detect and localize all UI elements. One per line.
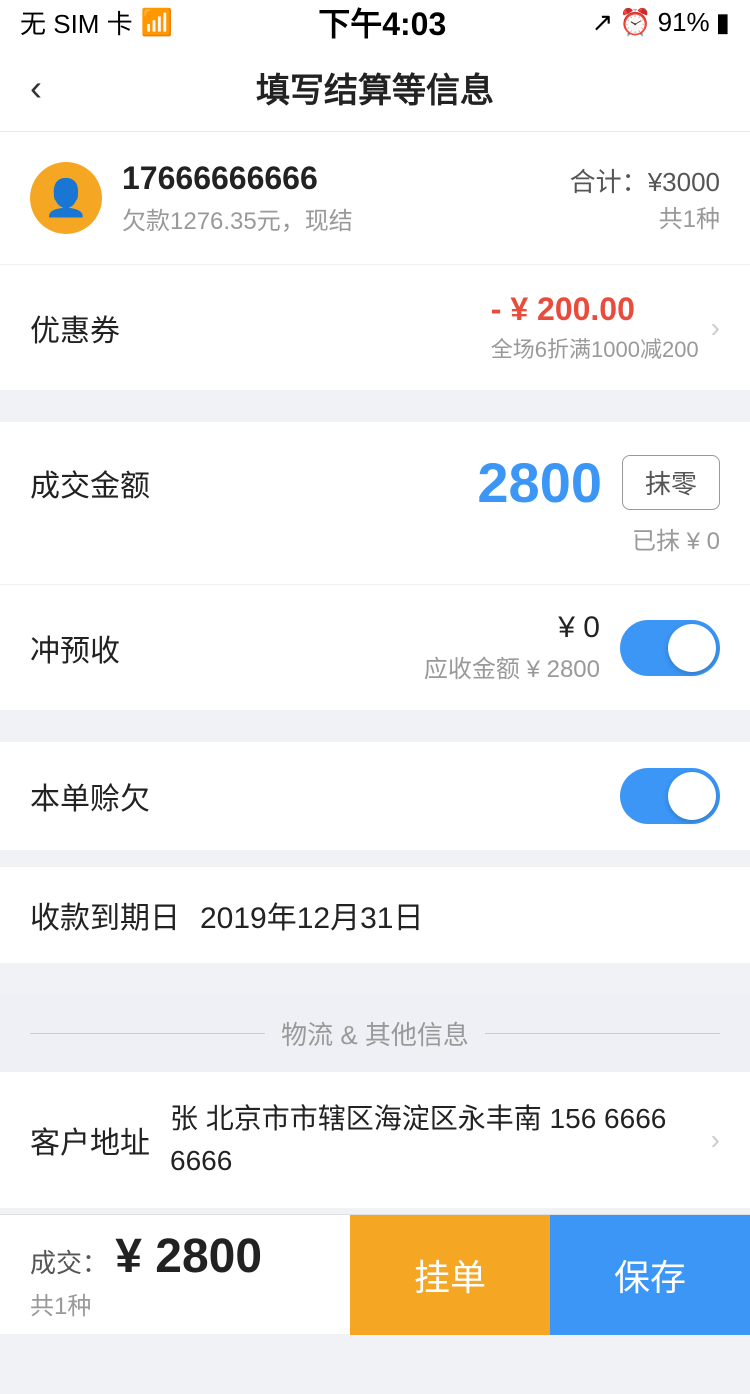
page-title: 填写结算等信息 (256, 63, 494, 112)
address-card: 客户地址 张 北京市市辖区海淀区永丰南 156 6666 6666 › (0, 1072, 750, 1208)
total-label: 合计：¥3000 (570, 162, 720, 199)
bottom-total-label: 成交： ¥ 2800 (30, 1229, 320, 1284)
section-divider-1 (0, 406, 750, 422)
save-button[interactable]: 保存 (550, 1215, 750, 1335)
prepay-sub: 应收金额 ¥ 2800 (424, 649, 600, 684)
total-value: ¥3000 (648, 167, 720, 197)
customer-phone: 17666666666 (122, 160, 353, 197)
prepay-right: ¥ 0 应收金额 ¥ 2800 (424, 611, 720, 684)
toggle-knob (668, 624, 716, 672)
logistics-divider: 物流 & 其他信息 (0, 995, 750, 1072)
address-chevron-icon: › (711, 1124, 720, 1156)
due-date-section: 收款到期日 2019年12月31日 (0, 866, 750, 963)
due-date-card: 收款到期日 2019年12月31日 (0, 866, 750, 963)
logistics-line-right (485, 1033, 720, 1034)
logistics-text: 物流 & 其他信息 (281, 1015, 469, 1052)
round-button[interactable]: 抹零 (622, 455, 720, 510)
battery-icon: ▮ (716, 7, 730, 38)
avatar-icon: 👤 (44, 177, 89, 219)
avatar: 👤 (30, 162, 102, 234)
prepay-toggle[interactable] (620, 620, 720, 676)
bad-debt-toggle[interactable] (620, 768, 720, 824)
customer-right: 合计：¥3000 共1种 (570, 162, 720, 234)
alarm-icon: ⏰ (619, 7, 651, 38)
status-time: 下午4:03 (318, 0, 446, 45)
section-divider-2 (0, 726, 750, 742)
amount-label: 成交金额 (30, 461, 150, 505)
address-value: 张 北京市市辖区海淀区永丰南 156 6666 6666 (170, 1098, 711, 1182)
address-label: 客户地址 (30, 1118, 150, 1162)
status-right: ↗ ⏰ 91% ▮ (591, 7, 730, 38)
coupon-discount: - ¥ 200.00 (491, 291, 699, 328)
due-date-value: 2019年12月31日 (200, 893, 423, 937)
prepay-amount: ¥ 0 (424, 611, 600, 645)
customer-sub: 欠款1276.35元，现结 (122, 201, 353, 236)
coupon-desc: 全场6折满1000减200 (491, 332, 699, 364)
bad-debt-toggle-knob (668, 772, 716, 820)
already-rounded: 已抹 ¥ 0 (30, 521, 720, 556)
main-content: 👤 17666666666 欠款1276.35元，现结 合计：¥3000 共1种… (0, 132, 750, 1394)
customer-row: 👤 17666666666 欠款1276.35元，现结 合计：¥3000 共1种 (0, 132, 750, 264)
status-left: 无 SIM 卡 📶 (20, 4, 173, 41)
due-date-label: 收款到期日 (30, 893, 180, 937)
coupon-label: 优惠券 (30, 306, 120, 350)
amount-card: 成交金额 2800 抹零 已抹 ¥ 0 冲预收 ¥ 0 应收金额 ¥ 2800 (0, 422, 750, 710)
amount-section: 成交金额 2800 抹零 已抹 ¥ 0 (0, 422, 750, 584)
bad-debt-card: 本单赊欠 (0, 742, 750, 850)
logistics-line-left (30, 1033, 265, 1034)
location-icon: ↗ (591, 7, 613, 38)
bottom-info: 成交： ¥ 2800 共1种 (0, 1229, 350, 1321)
coupon-right: - ¥ 200.00 全场6折满1000减200 › (491, 291, 720, 364)
nav-bar: ‹ 填写结算等信息 (0, 44, 750, 132)
coupon-row[interactable]: 优惠券 - ¥ 200.00 全场6折满1000减200 › (0, 264, 750, 390)
wifi-icon: 📶 (141, 7, 173, 38)
item-count: 共1种 (570, 199, 720, 234)
prepay-section: 冲预收 ¥ 0 应收金额 ¥ 2800 (0, 584, 750, 710)
bottom-bar: 成交： ¥ 2800 共1种 挂单 保存 (0, 1214, 750, 1334)
status-bar: 无 SIM 卡 📶 下午4:03 ↗ ⏰ 91% ▮ (0, 0, 750, 44)
amount-value: 2800 (477, 450, 602, 515)
battery-level: 91% (658, 7, 710, 38)
address-section[interactable]: 客户地址 张 北京市市辖区海淀区永丰南 156 6666 6666 › (0, 1072, 750, 1208)
customer-left: 👤 17666666666 欠款1276.35元，现结 (30, 160, 353, 236)
customer-info: 17666666666 欠款1276.35元，现结 (122, 160, 353, 236)
bad-debt-label: 本单赊欠 (30, 774, 150, 818)
bottom-total-value: ¥ 2800 (115, 1230, 262, 1283)
prepay-label: 冲预收 (30, 626, 120, 670)
customer-card: 👤 17666666666 欠款1276.35元，现结 合计：¥3000 共1种… (0, 132, 750, 390)
bottom-count: 共1种 (30, 1286, 320, 1321)
chevron-right-icon: › (711, 312, 720, 344)
prepay-values: ¥ 0 应收金额 ¥ 2800 (424, 611, 600, 684)
sim-status: 无 SIM 卡 (20, 4, 133, 41)
amount-right: 2800 抹零 (477, 450, 720, 515)
amount-row: 成交金额 2800 抹零 (30, 450, 720, 515)
back-button[interactable]: ‹ (30, 67, 42, 109)
section-divider-3 (0, 979, 750, 995)
pending-button[interactable]: 挂单 (350, 1215, 550, 1335)
